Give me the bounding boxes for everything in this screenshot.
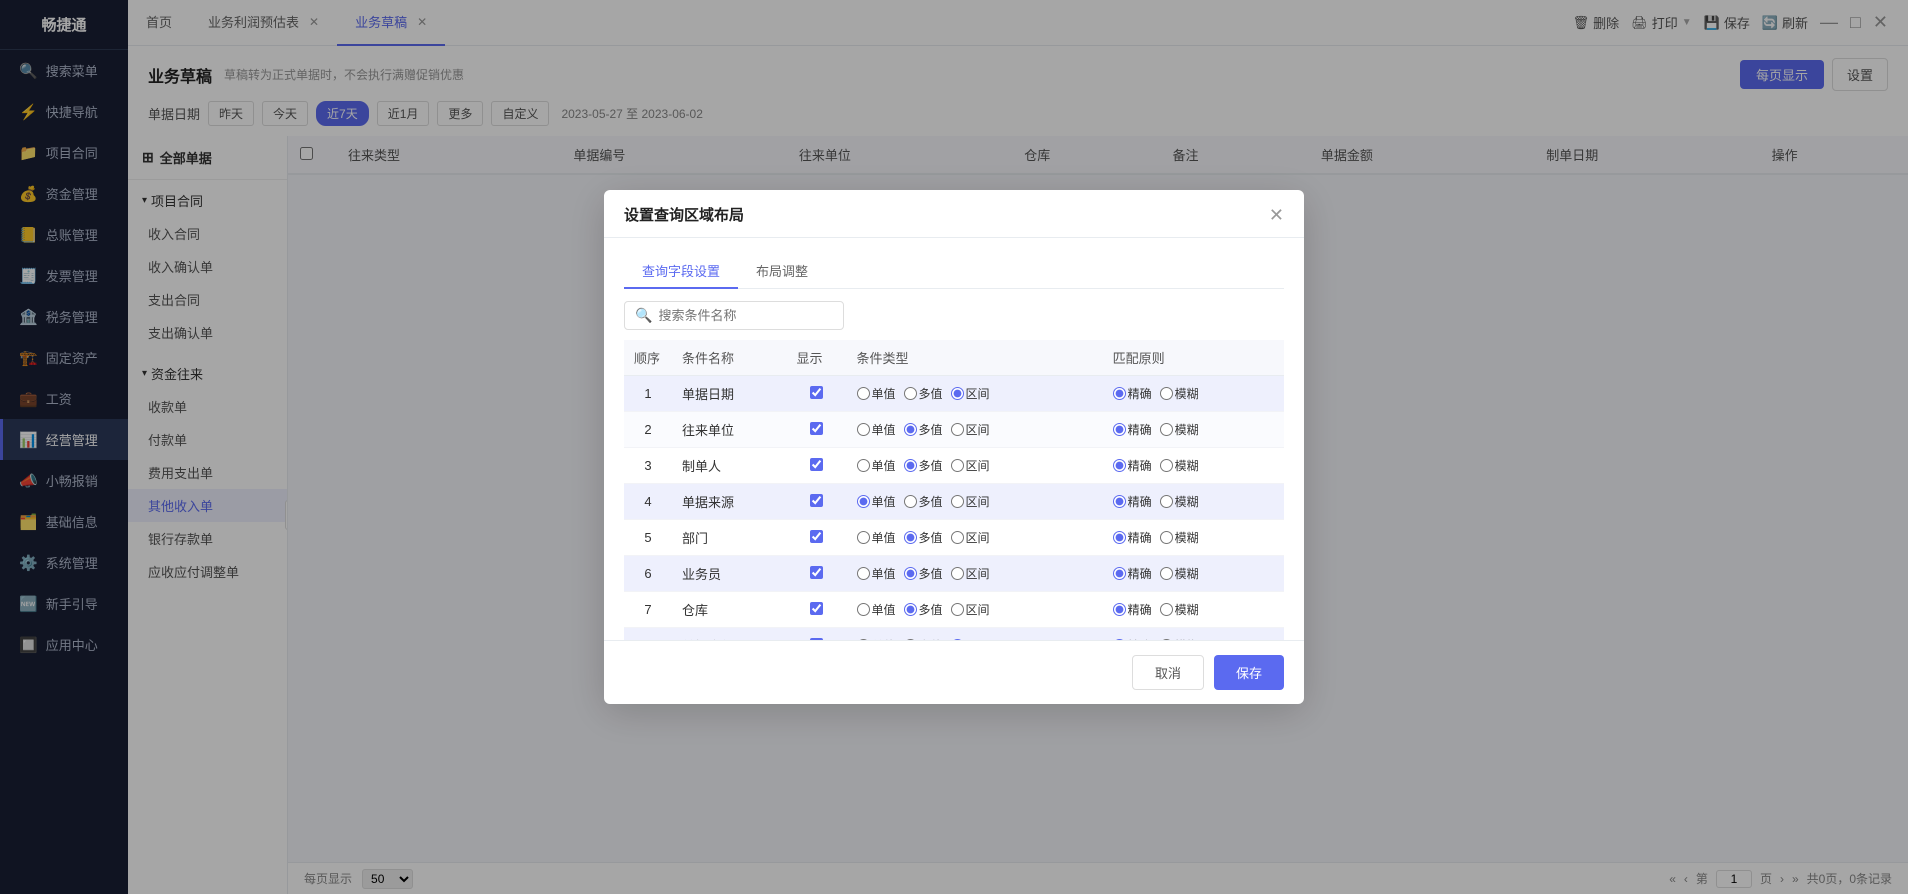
modal-row-type: 单值多值区间 xyxy=(847,520,1103,556)
modal-dialog: 设置查询区域布局 ✕ 查询字段设置 布局调整 🔍 顺序 xyxy=(604,190,1304,704)
modal-row-order: 6 xyxy=(624,556,672,592)
cancel-button[interactable]: 取消 xyxy=(1132,655,1204,690)
modal-table: 顺序 条件名称 显示 条件类型 匹配原则 1单据日期单值多值区间精确模糊2往来单… xyxy=(624,340,1284,640)
modal-row-match: 精确模糊 xyxy=(1103,484,1284,520)
modal-row-match: 精确模糊 xyxy=(1103,592,1284,628)
modal-row-display-checkbox[interactable] xyxy=(810,602,823,615)
type-radio-区间[interactable]: 区间 xyxy=(951,421,990,438)
type-radio-多值[interactable]: 多值 xyxy=(904,385,943,402)
match-radio-模糊[interactable]: 模糊 xyxy=(1160,421,1199,438)
modal-row-match: 精确模糊 xyxy=(1103,520,1284,556)
type-radio-单值[interactable]: 单值 xyxy=(857,601,896,618)
th-modal-type: 条件类型 xyxy=(847,340,1103,376)
modal-row-type: 单值多值区间 xyxy=(847,412,1103,448)
modal-close-button[interactable]: ✕ xyxy=(1269,206,1284,224)
modal-row-match: 精确模糊 xyxy=(1103,376,1284,412)
tab-layout[interactable]: 布局调整 xyxy=(738,254,826,289)
modal-row-match: 精确模糊 xyxy=(1103,628,1284,641)
modal-row-order: 5 xyxy=(624,520,672,556)
match-radio-精确[interactable]: 精确 xyxy=(1113,529,1152,546)
type-radio-单值[interactable]: 单值 xyxy=(857,457,896,474)
type-radio-单值[interactable]: 单值 xyxy=(857,385,896,402)
match-radio-精确[interactable]: 精确 xyxy=(1113,493,1152,510)
modal-row-order: 8 xyxy=(624,628,672,641)
modal-row-display-checkbox[interactable] xyxy=(810,494,823,507)
modal-row-order: 4 xyxy=(624,484,672,520)
modal-row-type: 单值多值区间 xyxy=(847,628,1103,641)
modal-row-type: 单值多值区间 xyxy=(847,376,1103,412)
match-radio-模糊[interactable]: 模糊 xyxy=(1160,385,1199,402)
match-radio-精确[interactable]: 精确 xyxy=(1113,385,1152,402)
type-radio-多值[interactable]: 多值 xyxy=(904,421,943,438)
modal-search-icon: 🔍 xyxy=(635,307,652,324)
modal-row-display-checkbox[interactable] xyxy=(810,386,823,399)
modal-search-box[interactable]: 🔍 xyxy=(624,301,844,330)
type-radio-单值[interactable]: 单值 xyxy=(857,529,896,546)
modal-row-order: 3 xyxy=(624,448,672,484)
type-radio-区间[interactable]: 区间 xyxy=(951,601,990,618)
th-modal-name: 条件名称 xyxy=(672,340,787,376)
modal-row-name: 单据来源 xyxy=(672,484,787,520)
th-modal-order: 顺序 xyxy=(624,340,672,376)
modal-row-order: 7 xyxy=(624,592,672,628)
th-modal-display: 显示 xyxy=(787,340,847,376)
th-modal-match: 匹配原则 xyxy=(1103,340,1284,376)
type-radio-区间[interactable]: 区间 xyxy=(951,385,990,402)
modal-row-name: 仓库 xyxy=(672,592,787,628)
match-radio-模糊[interactable]: 模糊 xyxy=(1160,493,1199,510)
type-radio-单值[interactable]: 单值 xyxy=(857,421,896,438)
match-radio-模糊[interactable]: 模糊 xyxy=(1160,457,1199,474)
modal-footer: 取消 保存 xyxy=(604,640,1304,704)
type-radio-多值[interactable]: 多值 xyxy=(904,601,943,618)
type-radio-区间[interactable]: 区间 xyxy=(951,493,990,510)
type-radio-多值[interactable]: 多值 xyxy=(904,529,943,546)
modal-title: 设置查询区域布局 xyxy=(624,204,744,225)
match-radio-精确[interactable]: 精确 xyxy=(1113,457,1152,474)
modal-tabs: 查询字段设置 布局调整 xyxy=(624,254,1284,289)
type-radio-单值[interactable]: 单值 xyxy=(857,565,896,582)
modal-search-input[interactable] xyxy=(658,308,833,323)
modal-row-display-checkbox[interactable] xyxy=(810,422,823,435)
modal-row-match: 精确模糊 xyxy=(1103,556,1284,592)
type-radio-区间[interactable]: 区间 xyxy=(951,457,990,474)
save-button[interactable]: 保存 xyxy=(1214,655,1284,690)
type-radio-区间[interactable]: 区间 xyxy=(951,565,990,582)
modal-row-match: 精确模糊 xyxy=(1103,448,1284,484)
type-radio-多值[interactable]: 多值 xyxy=(904,493,943,510)
modal-row-name: 部门 xyxy=(672,520,787,556)
modal-row-name: 单据日期 xyxy=(672,376,787,412)
type-radio-多值[interactable]: 多值 xyxy=(904,457,943,474)
modal-table-wrap: 顺序 条件名称 显示 条件类型 匹配原则 1单据日期单值多值区间精确模糊2往来单… xyxy=(624,340,1284,640)
modal-row-display-checkbox[interactable] xyxy=(810,530,823,543)
match-radio-模糊[interactable]: 模糊 xyxy=(1160,565,1199,582)
modal-row-type: 单值多值区间 xyxy=(847,484,1103,520)
modal-row-order: 1 xyxy=(624,376,672,412)
modal-row-match: 精确模糊 xyxy=(1103,412,1284,448)
modal-row-order: 2 xyxy=(624,412,672,448)
match-radio-模糊[interactable]: 模糊 xyxy=(1160,601,1199,618)
tab-fields[interactable]: 查询字段设置 xyxy=(624,254,738,289)
type-radio-单值[interactable]: 单值 xyxy=(857,493,896,510)
modal-row-type: 单值多值区间 xyxy=(847,556,1103,592)
match-radio-精确[interactable]: 精确 xyxy=(1113,601,1152,618)
modal-header: 设置查询区域布局 ✕ xyxy=(604,190,1304,238)
modal-row-display-checkbox[interactable] xyxy=(810,458,823,471)
match-radio-精确[interactable]: 精确 xyxy=(1113,421,1152,438)
match-radio-模糊[interactable]: 模糊 xyxy=(1160,529,1199,546)
modal-row-type: 单值多值区间 xyxy=(847,448,1103,484)
type-radio-区间[interactable]: 区间 xyxy=(951,529,990,546)
modal-row-name: 往来单位 xyxy=(672,412,787,448)
modal-row-name: 制单人 xyxy=(672,448,787,484)
modal-row-name: 业务员 xyxy=(672,556,787,592)
modal-row-type: 单值多值区间 xyxy=(847,592,1103,628)
modal-row-name: 单据金额 xyxy=(672,628,787,641)
modal-row-display-checkbox[interactable] xyxy=(810,566,823,579)
modal-overlay[interactable]: 设置查询区域布局 ✕ 查询字段设置 布局调整 🔍 顺序 xyxy=(0,0,1908,894)
match-radio-精确[interactable]: 精确 xyxy=(1113,565,1152,582)
modal-body: 查询字段设置 布局调整 🔍 顺序 条件名称 显示 条件类 xyxy=(604,238,1304,640)
type-radio-多值[interactable]: 多值 xyxy=(904,565,943,582)
